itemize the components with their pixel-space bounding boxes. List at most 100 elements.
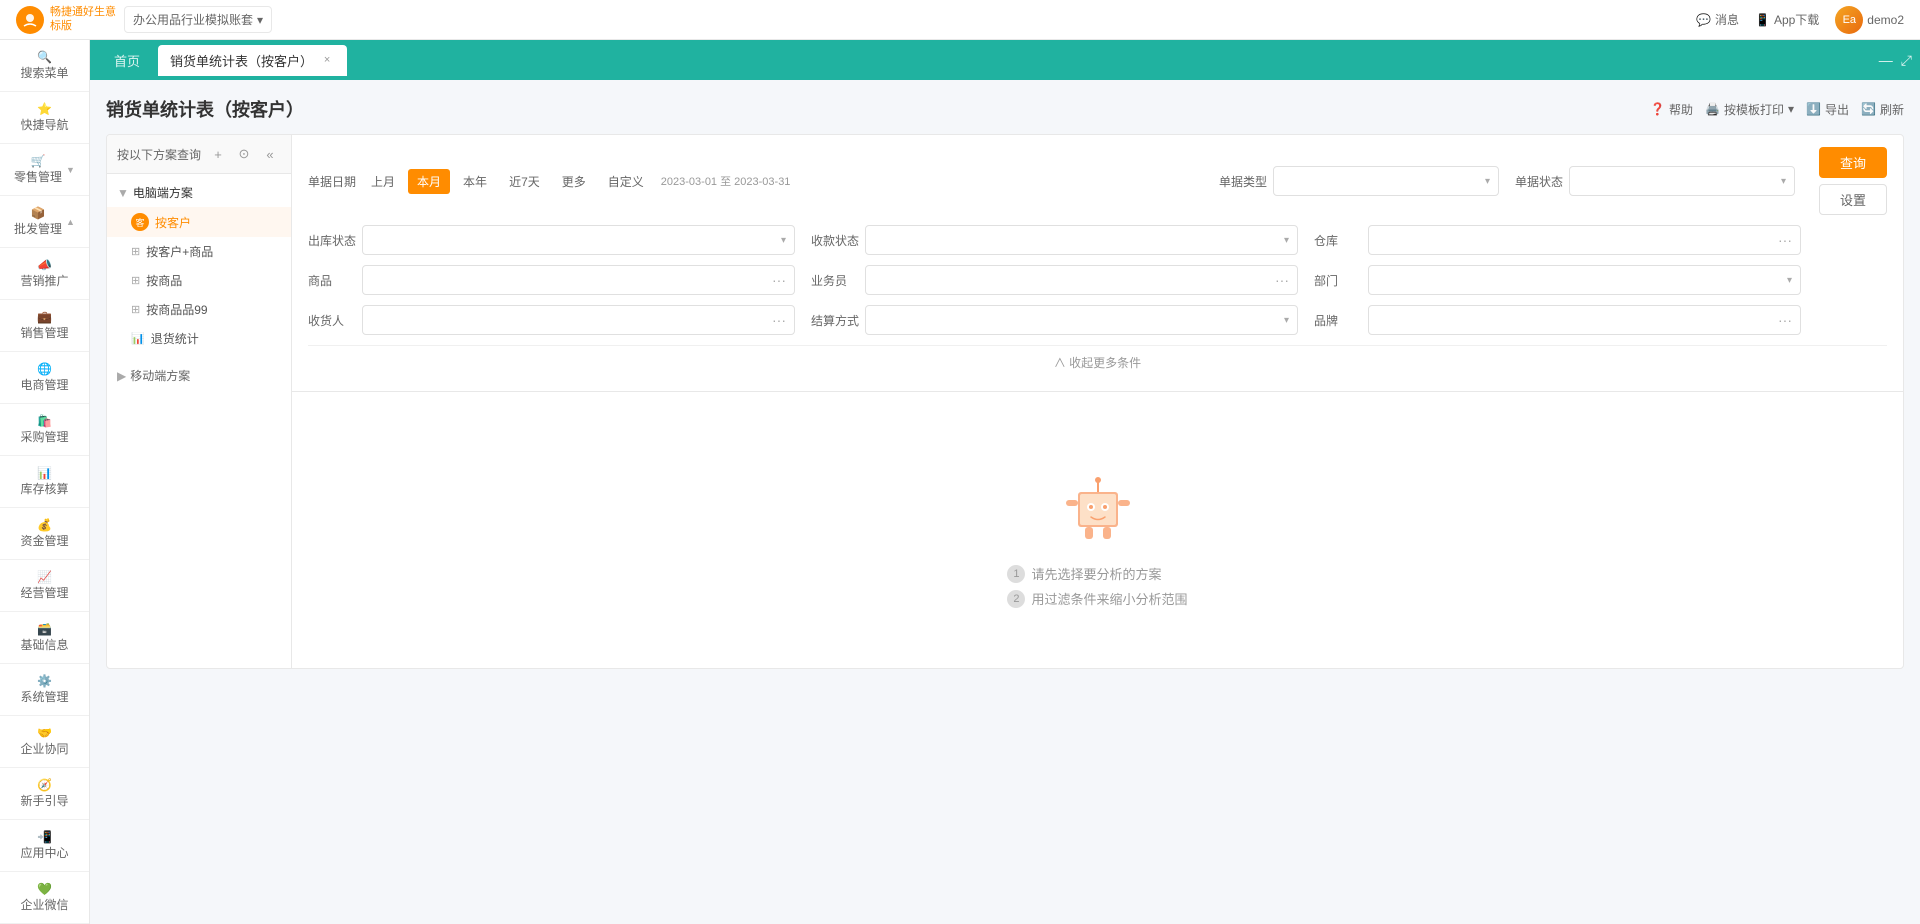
product-label: 商品	[308, 272, 356, 289]
settings-button[interactable]: 设置	[1819, 184, 1887, 215]
desktop-group-header[interactable]: ▼ 电脑端方案	[107, 178, 291, 207]
doc-status-control[interactable]: ▾	[1569, 166, 1795, 196]
export-button[interactable]: ⬇️ 导出	[1806, 101, 1849, 118]
download-icon: 📱	[1755, 13, 1770, 27]
logo-text: 畅捷通好生意 标版	[50, 6, 116, 32]
industry-selector[interactable]: 办公用品行业模拟账套 ▾	[124, 6, 272, 33]
tab-home[interactable]: 首页	[98, 45, 156, 76]
sidebar-item-operations[interactable]: 📈 经营管理	[0, 560, 89, 612]
tab-active[interactable]: 销货单统计表（按客户） ×	[158, 45, 347, 76]
date-this-year-btn[interactable]: 本年	[454, 169, 496, 194]
filter-doc-status-item: 单据状态 ▾	[1515, 166, 1795, 196]
main-layout: 🔍 搜索菜单 ⭐ 快捷导航 🛒 零售管理 ▼ 📦 批发管理 ▲ 📣 营销推广	[0, 40, 1920, 924]
filter-consignee-item: 收货人 ···	[308, 305, 795, 335]
receipt-status-arrow-icon: ▾	[1284, 235, 1289, 246]
date-label: 单据日期	[308, 173, 356, 190]
warehouse-label: 仓库	[1314, 232, 1362, 249]
app-download-button[interactable]: 📱 App下载	[1755, 11, 1819, 28]
consignee-control[interactable]: ···	[362, 305, 795, 335]
empty-tip-1: 1 请先选择要分析的方案	[1007, 564, 1187, 583]
help-button[interactable]: ❓ 帮助	[1650, 101, 1693, 118]
tab-maximize-icon[interactable]: ⤢	[1901, 52, 1912, 69]
scheme-item-icon-customer: 客	[131, 213, 149, 231]
receipt-status-control[interactable]: ▾	[865, 225, 1298, 255]
filter-row-3: 商品 ··· 业务员 ···	[308, 265, 1887, 295]
consignee-dots-icon: ···	[772, 312, 786, 328]
product-dots-icon: ···	[772, 272, 786, 288]
department-control[interactable]: ▾	[1368, 265, 1801, 295]
mobile-scheme-group: ▶ 移动端方案	[107, 357, 291, 394]
tab-active-label: 销货单统计表（按客户）	[170, 51, 313, 70]
sidebar-item-search[interactable]: 🔍 搜索菜单	[0, 40, 89, 92]
scheme-item-by-product[interactable]: ⊞ 按商品	[107, 266, 291, 295]
sidebar-item-quick-nav[interactable]: ⭐ 快捷导航	[0, 92, 89, 144]
scheme-sub-icon-1: ⊞	[131, 245, 140, 258]
query-button[interactable]: 查询	[1819, 147, 1887, 178]
tab-close-button[interactable]: ×	[319, 52, 335, 68]
empty-illustration	[1048, 452, 1148, 552]
payment-control[interactable]: ▾	[865, 305, 1298, 335]
sidebar-item-enterprise[interactable]: 🤝 企业协同	[0, 716, 89, 768]
tab-minimize-icon[interactable]: —	[1879, 52, 1893, 68]
avatar: Ea	[1835, 6, 1863, 34]
top-header: 畅捷通好生意 标版 办公用品行业模拟账套 ▾ 💬 消息 📱 App下载 Ea d…	[0, 0, 1920, 40]
mobile-group-header[interactable]: ▶ 移动端方案	[117, 363, 281, 388]
filter-warehouse-item: 仓库 ···	[1314, 225, 1801, 255]
sidebar-item-retail[interactable]: 🛒 零售管理 ▼	[0, 144, 89, 196]
date-7days-btn[interactable]: 近7天	[500, 169, 549, 194]
sidebar-item-wechat[interactable]: 💚 企业微信	[0, 872, 89, 924]
doc-type-control[interactable]: ▾	[1273, 166, 1499, 196]
print-button[interactable]: 🖨️ 按模板打印 ▾	[1705, 101, 1794, 118]
collapse-bar[interactable]: ∧ 收起更多条件	[308, 345, 1887, 379]
sidebar-item-inventory[interactable]: 📊 库存核算	[0, 456, 89, 508]
page-title: 销货单统计表（按客户）	[106, 96, 304, 122]
page-content: 销货单统计表（按客户） ❓ 帮助 🖨️ 按模板打印 ▾ ⬇️ 导出	[90, 80, 1920, 924]
warehouse-control[interactable]: ···	[1368, 225, 1801, 255]
industry-label: 办公用品行业模拟账套	[133, 11, 253, 28]
empty-state: 1 请先选择要分析的方案 2 用过滤条件来缩小分析范围	[292, 392, 1903, 668]
sidebar-item-new-guide[interactable]: 🧭 新手引导	[0, 768, 89, 820]
date-filter: 上月 本月 本年 近7天 更多 自定义 2023-03-01 至 2023-03…	[362, 169, 1203, 194]
mobile-arrow-icon: ▶	[117, 369, 126, 383]
salesperson-control[interactable]: ···	[865, 265, 1298, 295]
print-icon: 🖨️	[1705, 102, 1720, 116]
user-menu[interactable]: Ea demo2	[1835, 6, 1904, 34]
sidebar-item-app-center[interactable]: 📲 应用中心	[0, 820, 89, 872]
sidebar-item-purchase[interactable]: 🛍️ 采购管理	[0, 404, 89, 456]
out-status-control[interactable]: ▾	[362, 225, 795, 255]
brand-dots-icon: ···	[1778, 312, 1792, 328]
salesperson-dots-icon: ···	[1275, 272, 1289, 288]
scheme-panel-header: 按以下方案查询 + ⊙ «	[107, 135, 291, 174]
scheme-item-return-stats[interactable]: 📊 退货统计	[107, 324, 291, 353]
sidebar-item-marketing[interactable]: 📣 营销推广	[0, 248, 89, 300]
date-more-btn[interactable]: 更多	[553, 169, 595, 194]
filter-department-item: 部门 ▾	[1314, 265, 1801, 295]
scheme-settings-button[interactable]: ⊙	[233, 143, 255, 165]
date-custom-btn[interactable]: 自定义	[599, 169, 653, 194]
sidebar-item-wholesale[interactable]: 📦 批发管理 ▲	[0, 196, 89, 248]
brand-control[interactable]: ···	[1368, 305, 1801, 335]
filter-results-panel: 单据日期 上月 本月 本年 近7天 更多 自定义 2023-03-01 至 20…	[292, 135, 1903, 668]
sidebar-item-sales[interactable]: 💼 销售管理	[0, 300, 89, 352]
product-control[interactable]: ···	[362, 265, 795, 295]
scheme-item-by-customer-product[interactable]: ⊞ 按客户+商品	[107, 237, 291, 266]
sidebar-item-basic-info[interactable]: 🗃️ 基础信息	[0, 612, 89, 664]
sidebar-item-ecommerce[interactable]: 🌐 电商管理	[0, 352, 89, 404]
sidebar-item-system[interactable]: ⚙️ 系统管理	[0, 664, 89, 716]
message-icon: 💬	[1696, 13, 1711, 27]
warehouse-dots-icon: ···	[1778, 232, 1792, 248]
salesperson-label: 业务员	[811, 272, 859, 289]
consignee-label: 收货人	[308, 312, 356, 329]
message-button[interactable]: 💬 消息	[1696, 11, 1739, 28]
scheme-item-by-customer[interactable]: 客 按客户	[107, 207, 291, 237]
scheme-panel-title: 按以下方案查询	[117, 146, 201, 163]
scheme-collapse-button[interactable]: «	[259, 143, 281, 165]
body-layout: 按以下方案查询 + ⊙ « ▼ 电脑端方案	[106, 134, 1904, 669]
refresh-button[interactable]: 🔄 刷新	[1861, 101, 1904, 118]
sidebar-item-finance[interactable]: 💰 资金管理	[0, 508, 89, 560]
scheme-add-button[interactable]: +	[207, 143, 229, 165]
date-prev-month-btn[interactable]: 上月	[362, 169, 404, 194]
scheme-item-by-product99[interactable]: ⊞ 按商品品99	[107, 295, 291, 324]
filter-row-4: 收货人 ··· 结算方式 ▾	[308, 305, 1887, 335]
date-this-month-btn[interactable]: 本月	[408, 169, 450, 194]
